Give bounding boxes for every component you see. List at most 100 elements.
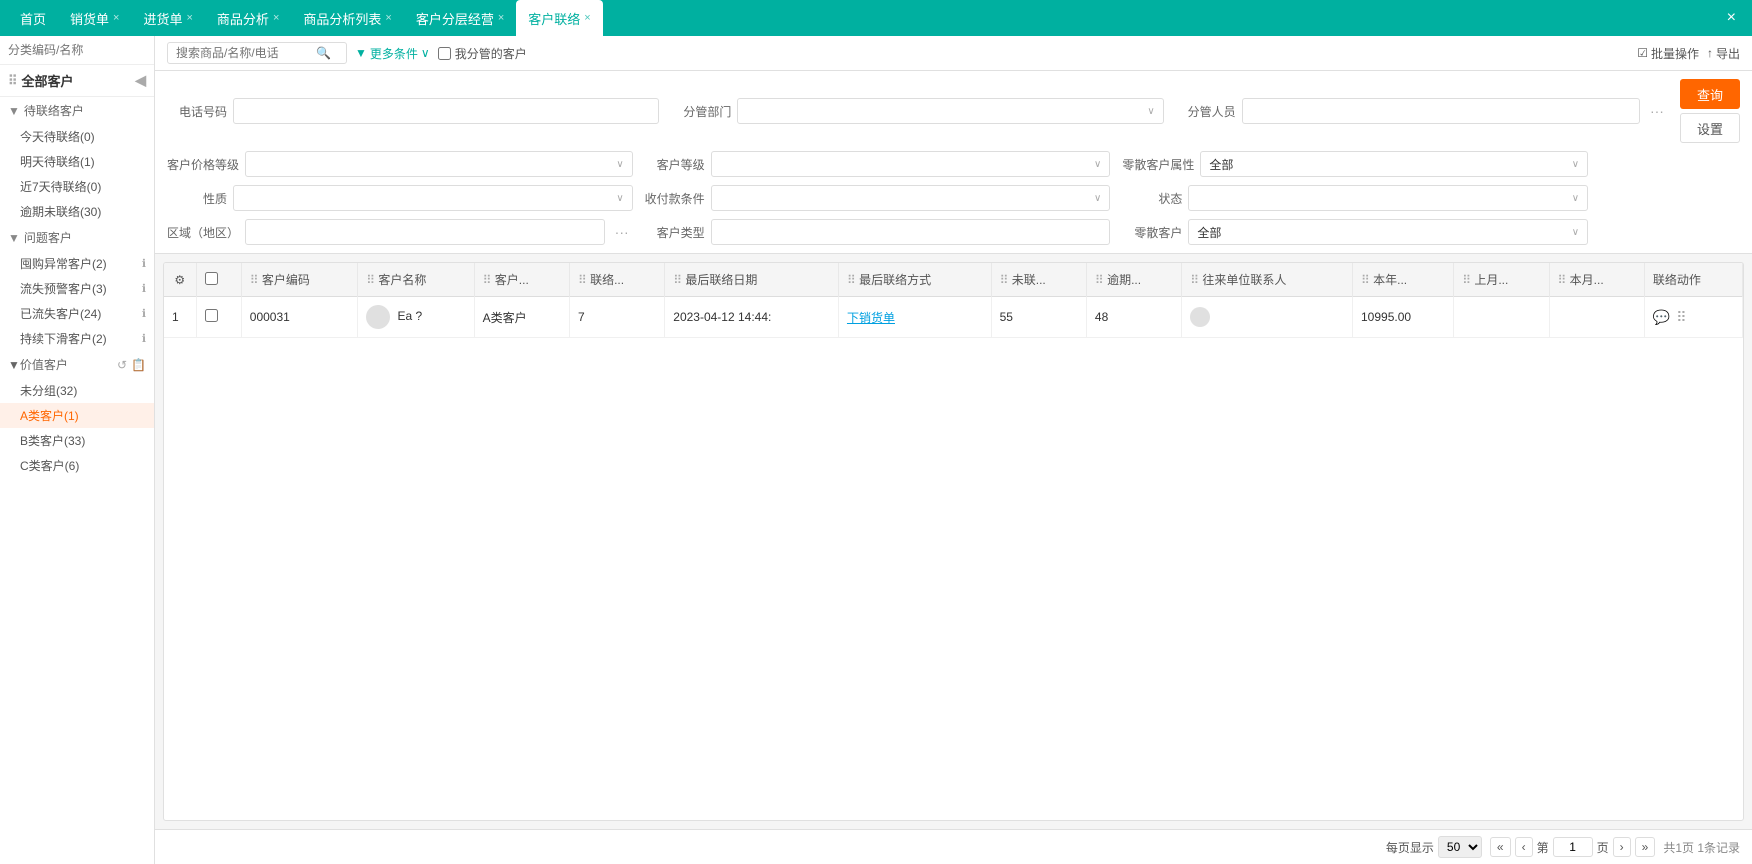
nav-customer-contact-close[interactable]: × [584, 12, 590, 24]
filter-scatter-attr-label: 零散客户属性 [1122, 156, 1194, 173]
footer-page-size-select[interactable]: 50 [1438, 836, 1482, 858]
footer-next-page[interactable]: › [1613, 837, 1631, 857]
sidebar-item-tomorrow[interactable]: 明天待联络(1) [0, 149, 154, 174]
col-sort-icon: ⠿ [250, 273, 259, 287]
row-no-contact: 55 [991, 297, 1086, 338]
query-button[interactable]: 查询 [1680, 79, 1740, 109]
filter-person-input[interactable] [1242, 98, 1640, 124]
nav-customer-contact[interactable]: 客户联络 × [516, 0, 602, 36]
export-icon: ↑ [1707, 46, 1713, 60]
sidebar-value-settings-icon[interactable]: 📋 [131, 358, 146, 372]
nav-analysis[interactable]: 商品分析 × [205, 0, 291, 36]
nav-home[interactable]: 首页 [8, 0, 58, 36]
nav-purchase[interactable]: 进货单 × [131, 0, 204, 36]
sidebar-item-7days[interactable]: 近7天待联络(0) [0, 174, 154, 199]
th-contact: ⠿ 联络... [569, 263, 664, 297]
sidebar-item-losswarning[interactable]: 流失预警客户(3) ℹ [0, 276, 154, 301]
nav-customer-tier[interactable]: 客户分层经营 × [404, 0, 516, 36]
toolbar-search-input[interactable] [176, 46, 316, 60]
col-sort-icon-12: ⠿ [1558, 273, 1567, 287]
row-last-method[interactable]: 下销货单 [838, 297, 991, 338]
filter-nature-select[interactable]: ∨ [233, 185, 633, 211]
th-name: ⠿ 客户名称 [358, 263, 474, 297]
export-button[interactable]: ↑ 导出 [1707, 45, 1740, 62]
nav-sales-close[interactable]: × [113, 12, 119, 24]
filter-region: 区域（地区） ··· [167, 219, 633, 245]
batch-operations-button[interactable]: ☑ 批量操作 [1637, 45, 1699, 62]
nav-purchase-close[interactable]: × [186, 12, 192, 24]
filter-customer-type-label: 客户类型 [645, 224, 705, 241]
row-actions-container: 💬 ⠿ [1653, 309, 1734, 326]
sidebar-item-ungroup[interactable]: 未分组(32) [0, 378, 154, 403]
sidebar-search-input[interactable] [8, 43, 155, 57]
row-checkbox[interactable] [196, 297, 241, 338]
sidebar-item-a-class[interactable]: A类客户(1) [0, 403, 154, 428]
sidebar-item-c-class[interactable]: C类客户(6) [0, 453, 154, 478]
sidebar-group-problem[interactable]: ▼ 问题客户 [0, 224, 154, 251]
th-last-month: ⠿ 上月... [1454, 263, 1549, 297]
sidebar-item-lost-info: ℹ [142, 307, 146, 320]
toolbar-search-container: 🔍 [167, 42, 347, 64]
th-checkbox[interactable] [196, 263, 241, 297]
filter-scatter-attr-select[interactable]: 全部 ∨ [1200, 151, 1588, 177]
row-action-buttons: 💬 ⠿ [1644, 297, 1742, 338]
filter-region-dots[interactable]: ··· [611, 224, 633, 240]
sidebar-item-declining-info: ℹ [142, 332, 146, 345]
footer-prev-page[interactable]: ‹ [1515, 837, 1533, 857]
row-action-more[interactable]: ⠿ [1676, 309, 1686, 326]
select-all-checkbox[interactable] [205, 272, 218, 285]
footer-first-page[interactable]: « [1490, 837, 1511, 857]
footer-last-page[interactable]: » [1635, 837, 1656, 857]
settings-button[interactable]: 设置 [1680, 113, 1740, 143]
sidebar-group-value[interactable]: ▼ 价值客户 ↺ 📋 [0, 351, 154, 378]
sidebar-item-losswarning-info: ℹ [142, 282, 146, 295]
my-customers-checkbox[interactable] [438, 47, 451, 60]
th-overdue: ⠿ 逾期... [1086, 263, 1181, 297]
filter-payment-select[interactable]: ∨ [711, 185, 1111, 211]
th-settings[interactable]: ⚙ [164, 263, 196, 297]
filter-dept-select[interactable]: ∨ [737, 98, 1163, 124]
nav-customer-tier-close[interactable]: × [498, 12, 504, 24]
filter-scatter-attr: 零散客户属性 全部 ∨ [1122, 151, 1588, 177]
sidebar-item-lost[interactable]: 已流失客户(24) ℹ [0, 301, 154, 326]
more-filter-button[interactable]: ▼ 更多条件 ∨ [355, 45, 430, 62]
sidebar-item-declining[interactable]: 持续下滑客户(2) ℹ [0, 326, 154, 351]
filter-row-4: 区域（地区） ··· 客户类型 零散客户 全部 ∨ [167, 219, 1740, 245]
sidebar-item-abnormal-info: ℹ [142, 257, 146, 270]
filter-person-dots[interactable]: ··· [1646, 103, 1668, 119]
filter-customer-type-input[interactable] [711, 219, 1111, 245]
sidebar-value-refresh-icon[interactable]: ↺ [117, 358, 127, 372]
filter-price-grade-select[interactable]: ∨ [245, 151, 633, 177]
row-contact-person [1182, 297, 1353, 338]
filter-scatter-select[interactable]: 全部 ∨ [1188, 219, 1588, 245]
filter-status: 状态 ∨ [1122, 185, 1588, 211]
nav-sales[interactable]: 销货单 × [58, 0, 131, 36]
filter-nature-label: 性质 [167, 190, 227, 207]
filter-customer-grade-select[interactable]: ∨ [711, 151, 1111, 177]
row-action-chat[interactable]: 💬 [1653, 309, 1670, 326]
th-this-month: ⠿ 本月... [1549, 263, 1644, 297]
row-select-checkbox[interactable] [205, 309, 218, 322]
filter-region-input[interactable] [245, 219, 605, 245]
sidebar-item-b-class[interactable]: B类客户(33) [0, 428, 154, 453]
sidebar-item-today[interactable]: 今天待联络(0) [0, 124, 154, 149]
sidebar-header: ⠿ 全部客户 ◀ [0, 65, 154, 97]
sidebar-item-overdue[interactable]: 逾期未联络(30) [0, 199, 154, 224]
toolbar-search-icon[interactable]: 🔍 [316, 46, 331, 60]
filter-status-select[interactable]: ∨ [1188, 185, 1588, 211]
footer-total: 共1页 1条记录 [1663, 839, 1740, 856]
filter-phone-input[interactable] [233, 98, 659, 124]
system-close-button[interactable]: × [1719, 9, 1744, 27]
footer-page-input[interactable] [1553, 837, 1593, 857]
nav-analysis-list[interactable]: 商品分析列表 × [291, 0, 403, 36]
filter-region-label: 区域（地区） [167, 224, 239, 241]
sidebar-item-abnormal[interactable]: 囤购异常客户(2) ℹ [0, 251, 154, 276]
sidebar-collapse-icon[interactable]: ◀ [135, 72, 146, 89]
nav-analysis-list-close[interactable]: × [385, 12, 391, 24]
content-area: 🔍 ▼ 更多条件 ∨ 我分管的客户 ☑ 批量操作 ↑ 导出 [155, 36, 1752, 864]
row-code: 000031 [241, 297, 357, 338]
filter-status-chevron: ∨ [1572, 193, 1579, 204]
sidebar-group-pending[interactable]: ▼ 待联络客户 [0, 97, 154, 124]
filter-dept-label: 分管部门 [671, 103, 731, 120]
nav-analysis-close[interactable]: × [273, 12, 279, 24]
